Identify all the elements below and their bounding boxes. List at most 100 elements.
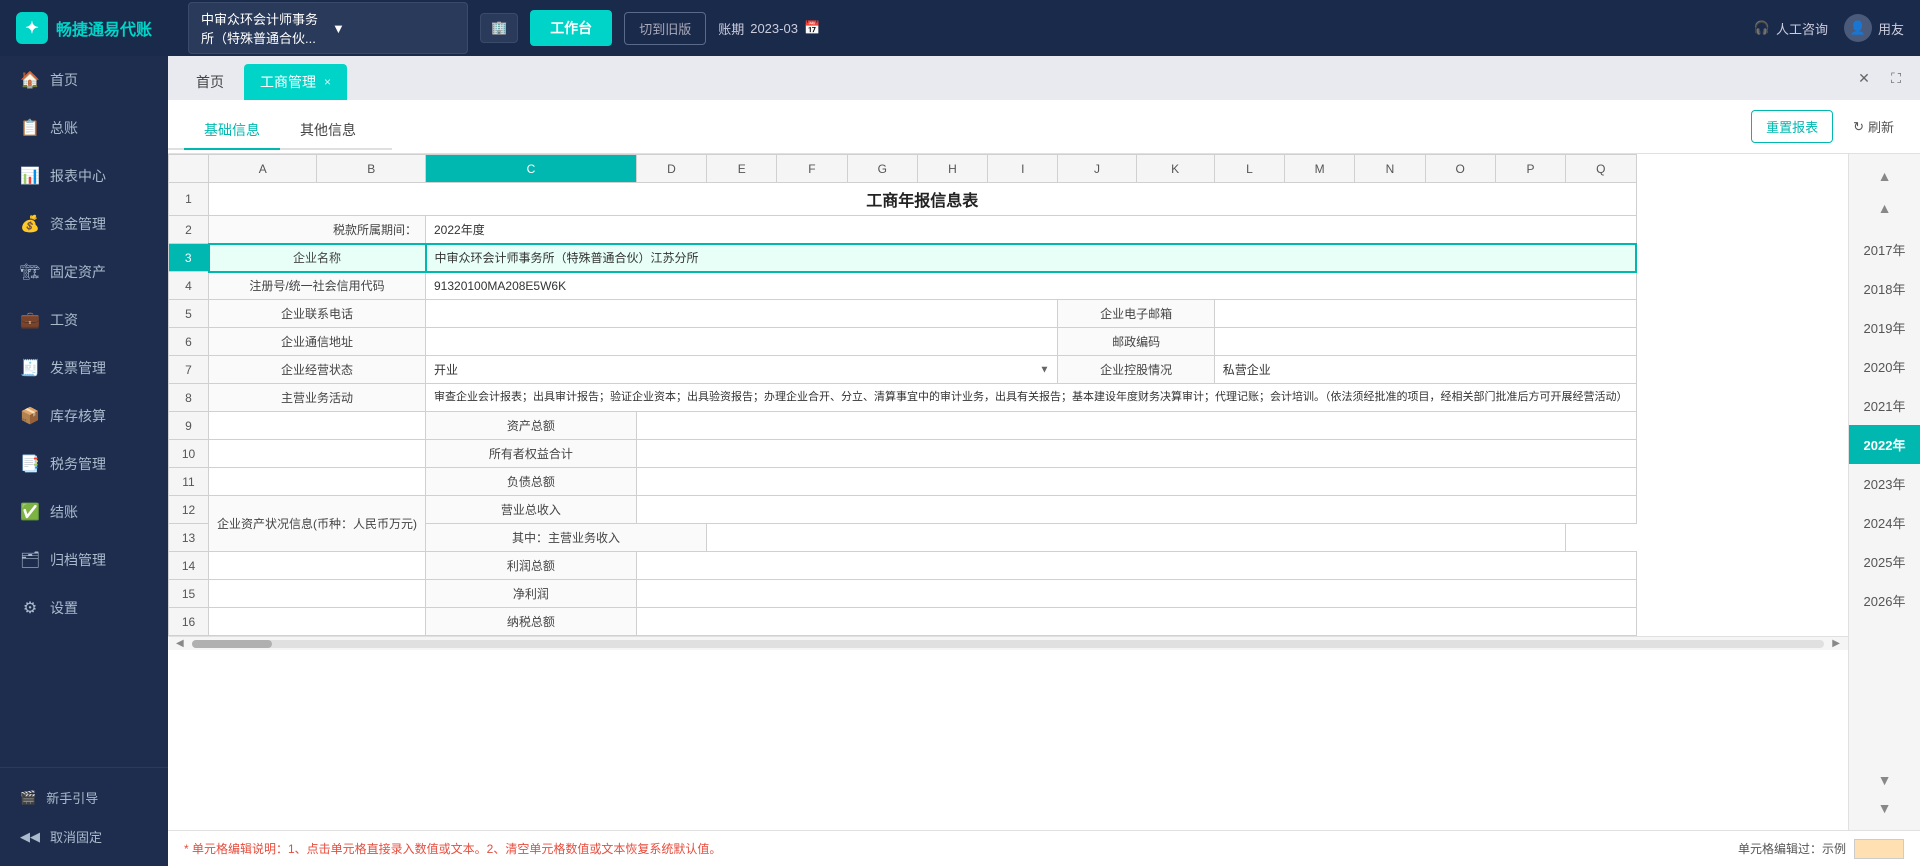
cell-liab-label: 负债总额 (426, 468, 637, 496)
table-row: 5 企业联系电话 企业电子邮箱 (169, 300, 1637, 328)
year-item-2023[interactable]: 2023年 (1849, 464, 1920, 503)
sub-tab-other[interactable]: 其他信息 (280, 112, 376, 150)
cell-title[interactable]: 工商年报信息表 (209, 183, 1637, 216)
cell-company-value[interactable]: 中审众环会计师事务所（特殊普通合伙）江苏分所 (426, 244, 1637, 272)
cell-total-profit-value[interactable] (636, 552, 1636, 580)
workbench-button[interactable]: 工作台 (530, 10, 612, 46)
spreadsheet-container[interactable]: A B C D E F G H I J K L M (168, 154, 1848, 830)
year-list: 2017年 2018年 2019年 2020年 2021年 2022年 2023… (1849, 230, 1920, 758)
scroll-track[interactable] (192, 640, 1825, 648)
sidebar-item-payroll[interactable]: 💼 工资 (0, 296, 168, 344)
year-item-2022[interactable]: 2022年 (1849, 425, 1920, 464)
calendar-icon[interactable]: 📅 (804, 20, 820, 36)
col-header-b: B (317, 155, 426, 183)
year-item-2025[interactable]: 2025年 (1849, 542, 1920, 581)
cell-postal-value[interactable] (1214, 328, 1636, 356)
col-header-p: P (1495, 155, 1565, 183)
cell-main-revenue-label: 其中：主营业务收入 (426, 524, 707, 552)
sidebar-item-ledger[interactable]: 📋 总账 (0, 104, 168, 152)
year-item-2026[interactable]: 2026年 (1849, 581, 1920, 620)
cell-period-value[interactable]: 2022年度 (426, 216, 1637, 244)
cell-mainbiz-value[interactable]: 审查企业会计报表；出具审计报告；验证企业资本；出具验资报告；办理企业合开、分立、… (426, 384, 1637, 412)
table-row: 2 税款所属期间： 2022年度 (169, 216, 1637, 244)
sample-cell (1854, 839, 1904, 859)
company-icon-button[interactable]: 🏢 (480, 13, 518, 43)
col-header-a: A (209, 155, 317, 183)
period-label: 账期 (718, 19, 744, 38)
year-up2-button[interactable]: ▲ (1871, 194, 1899, 222)
sidebar-item-home[interactable]: 🏠 首页 (0, 56, 168, 104)
dropdown-arrow-icon: ▼ (1040, 364, 1050, 375)
reset-report-button[interactable]: 重置报表 (1751, 110, 1833, 143)
cell-address-value[interactable] (426, 328, 1058, 356)
service-label: 人工咨询 (1776, 19, 1828, 38)
year-item-2018[interactable]: 2018年 (1849, 269, 1920, 308)
cell-total-assets-label: 资产总额 (426, 412, 637, 440)
col-header-k: K (1136, 155, 1214, 183)
sidebar-label-reports: 报表中心 (50, 166, 106, 186)
cell-email-value[interactable] (1214, 300, 1636, 328)
tab-close-icon[interactable]: × (324, 75, 331, 89)
unpin-button[interactable]: ◀◀ 取消固定 (0, 817, 168, 856)
sidebar-item-invoice[interactable]: 🧾 发票管理 (0, 344, 168, 392)
cell-shareholding-value[interactable]: 私营企业 (1214, 356, 1636, 384)
corner-header (169, 155, 209, 183)
sample-label: 单元格编辑过：示例 (1738, 840, 1846, 857)
cell-equity-value[interactable] (636, 440, 1636, 468)
settings-icon: ⚙ (20, 598, 40, 618)
cell-main-revenue-value[interactable] (707, 524, 1566, 552)
new-user-guide[interactable]: 🎬 新手引导 (0, 778, 168, 817)
sub-tab-basic[interactable]: 基础信息 (184, 112, 280, 150)
year-down2-button[interactable]: ▼ (1871, 794, 1899, 822)
row-num-14: 14 (169, 552, 209, 580)
close-window-button[interactable]: ✕ (1852, 66, 1876, 90)
year-item-2021[interactable]: 2021年 (1849, 386, 1920, 425)
sidebar-item-tax[interactable]: 📑 税务管理 (0, 440, 168, 488)
cell-liab-value[interactable] (636, 468, 1636, 496)
sidebar-item-assets[interactable]: 🏗 固定资产 (0, 248, 168, 296)
content-area: 基础信息 其他信息 重置报表 ↻ 刷新 A B (168, 100, 1920, 866)
scroll-left-button[interactable]: ◀ (172, 638, 188, 649)
year-item-2017[interactable]: 2017年 (1849, 230, 1920, 269)
tab-home[interactable]: 首页 (180, 64, 240, 100)
sidebar-item-closing[interactable]: ✅ 结账 (0, 488, 168, 536)
cell-status-value[interactable]: 开业 ▼ (426, 356, 1058, 384)
cell-reg-value[interactable]: 91320100MA208E5W6K (426, 272, 1637, 300)
year-item-2019[interactable]: 2019年 (1849, 308, 1920, 347)
user-profile[interactable]: 👤 用友 (1844, 14, 1904, 42)
col-header-d: D (636, 155, 706, 183)
cell-total-assets-value[interactable] (636, 412, 1636, 440)
sidebar-item-finance[interactable]: 💰 资金管理 (0, 200, 168, 248)
table-row: 4 注册号/统一社会信用代码 91320100MA208E5W6K (169, 272, 1637, 300)
sidebar-item-reports[interactable]: 📊 报表中心 (0, 152, 168, 200)
payroll-icon: 💼 (20, 310, 40, 330)
cell-tax-section (209, 608, 426, 636)
company-selector[interactable]: 中审众环会计师事务所（特殊普通合伙... ▼ (188, 2, 468, 54)
cell-total-tax-label: 纳税总额 (426, 608, 637, 636)
cell-net-profit-value[interactable] (636, 580, 1636, 608)
year-item-2020[interactable]: 2020年 (1849, 347, 1920, 386)
user-service[interactable]: 🎧 人工咨询 (1754, 19, 1828, 38)
archive-icon: 🗂 (20, 550, 40, 570)
sidebar-item-settings[interactable]: ⚙ 设置 (0, 584, 168, 632)
horizontal-scrollbar[interactable]: ◀ ▶ (168, 636, 1848, 650)
year-up-button[interactable]: ▲ (1871, 162, 1899, 190)
scroll-right-button[interactable]: ▶ (1828, 638, 1844, 649)
table-row: 3 企业名称 中审众环会计师事务所（特殊普通合伙）江苏分所 (169, 244, 1637, 272)
old-version-button[interactable]: 切到旧版 (624, 12, 706, 45)
scroll-thumb[interactable] (192, 640, 272, 648)
cell-total-tax-value[interactable] (636, 608, 1636, 636)
cell-total-revenue-value[interactable] (636, 496, 1636, 524)
cell-net-profit-label: 净利润 (426, 580, 637, 608)
sidebar-item-inventory[interactable]: 📦 库存核算 (0, 392, 168, 440)
refresh-button[interactable]: ↻ 刷新 (1843, 111, 1904, 142)
year-item-2024[interactable]: 2024年 (1849, 503, 1920, 542)
cell-phone-value[interactable] (426, 300, 1058, 328)
tab-business-management[interactable]: 工商管理 × (244, 64, 347, 100)
cell-netprofit-section (209, 580, 426, 608)
table-row: 10 所有者权益合计 (169, 440, 1637, 468)
expand-window-button[interactable]: ⛶ (1884, 66, 1908, 90)
main-area: 首页 工商管理 × ✕ ⛶ 基础信息 其他信息 重置报表 ↻ 刷新 (168, 56, 1920, 866)
year-down-button[interactable]: ▼ (1871, 766, 1899, 794)
sidebar-item-archive[interactable]: 🗂 归档管理 (0, 536, 168, 584)
